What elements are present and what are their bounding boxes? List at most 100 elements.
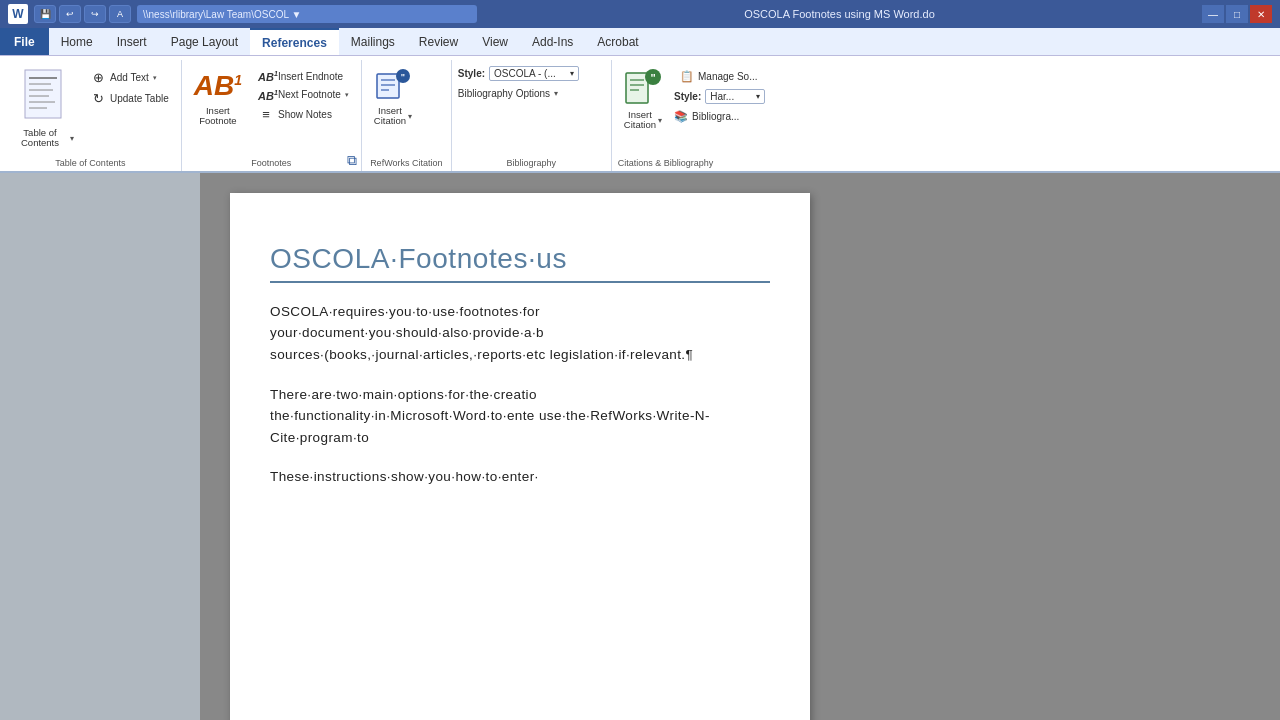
window-title: OSCOLA Footnotes using MS Word.do bbox=[483, 8, 1196, 20]
svg-rect-13 bbox=[626, 73, 648, 103]
menu-mailings[interactable]: Mailings bbox=[339, 28, 407, 55]
next-footnote-icon: AB1 bbox=[258, 89, 274, 102]
menu-page-layout[interactable]: Page Layout bbox=[159, 28, 250, 55]
document-area: OSCOLA·Footnotes·us OSCOLA·requires·you·… bbox=[0, 173, 1280, 720]
ribbon-group-refworks: " InsertCitation ▾ RefWorks Citation bbox=[362, 60, 452, 171]
show-notes-button[interactable]: ≡ Show Notes bbox=[252, 105, 355, 124]
toc-group-label: Table of Contents bbox=[0, 158, 181, 169]
bibliography-icon: 📚 bbox=[674, 110, 688, 123]
table-of-contents-button[interactable]: Table of Contents ▾ bbox=[6, 64, 80, 153]
svg-text:": " bbox=[401, 72, 405, 82]
menu-home[interactable]: Home bbox=[49, 28, 105, 55]
minimize-btn[interactable]: — bbox=[1202, 5, 1224, 23]
redo-btn[interactable]: ↪ bbox=[84, 5, 106, 23]
file-path[interactable]: \\ness\rlibrary\Law Team\OSCOL ▼ bbox=[137, 5, 477, 23]
add-text-icon: ⊕ bbox=[90, 70, 106, 85]
menu-add-ins[interactable]: Add-Ins bbox=[520, 28, 585, 55]
quick-access-toolbar: 💾 ↩ ↪ A bbox=[34, 5, 131, 23]
svg-text:": " bbox=[650, 72, 655, 84]
ribbon-group-bibliography: Style: OSCOLA - (... ▾ Bibliography Opti… bbox=[452, 60, 612, 171]
insert-citation-icon: " bbox=[625, 68, 661, 108]
style-label: Style: bbox=[458, 68, 485, 79]
menu-file[interactable]: File bbox=[0, 28, 49, 55]
citations-style-caret-icon: ▾ bbox=[756, 92, 760, 101]
toc-caret-icon: ▾ bbox=[70, 134, 74, 143]
manage-sources-icon: 📋 bbox=[680, 70, 694, 83]
ribbon-group-footnotes: AB1 InsertFootnote AB1 Insert Endnote AB… bbox=[182, 60, 362, 171]
menu-bar: File Home Insert Page Layout References … bbox=[0, 28, 1280, 56]
insert-citation-refworks-label: InsertCitation bbox=[374, 106, 406, 127]
bibliography-button[interactable]: 📚 Bibliogra... bbox=[674, 108, 765, 125]
insert-endnote-icon: AB1 bbox=[258, 70, 274, 83]
bibliography-group-label: Bibliography bbox=[452, 158, 611, 169]
title-bar: W 💾 ↩ ↪ A \\ness\rlibrary\Law Team\OSCOL… bbox=[0, 0, 1280, 28]
update-table-icon: ↻ bbox=[90, 91, 106, 106]
word-icon: W bbox=[8, 4, 28, 24]
refworks-group-label: RefWorks Citation bbox=[362, 158, 451, 169]
insert-citation-label: InsertCitation bbox=[624, 110, 656, 131]
insert-citation-button[interactable]: " InsertCitation ▾ bbox=[618, 64, 668, 135]
document-paragraph-1: OSCOLA·requires·you·to·use·footnotes·for… bbox=[270, 301, 770, 366]
citations-small-buttons: 📋 Manage So... Style: Har... ▾ 📚 Bibliog… bbox=[674, 64, 765, 125]
show-notes-label: Show Notes bbox=[278, 109, 332, 120]
citations-style-label: Style: bbox=[674, 91, 701, 102]
toc-label: Table of Contents bbox=[12, 128, 68, 149]
insert-footnote-icon: AB1 bbox=[194, 68, 242, 104]
maximize-btn[interactable]: □ bbox=[1226, 5, 1248, 23]
citations-style-dropdown[interactable]: Har... ▾ bbox=[705, 89, 765, 104]
svg-rect-7 bbox=[377, 74, 399, 98]
next-footnote-button[interactable]: AB1 Next Footnote ▾ bbox=[252, 87, 355, 104]
close-btn[interactable]: ✕ bbox=[1250, 5, 1272, 23]
add-text-button[interactable]: ⊕ Add Text ▾ bbox=[84, 68, 175, 87]
bibliography-label: Bibliogra... bbox=[692, 111, 739, 122]
update-table-button[interactable]: ↻ Update Table bbox=[84, 89, 175, 108]
window-controls: — □ ✕ bbox=[1202, 5, 1272, 23]
menu-view[interactable]: View bbox=[470, 28, 520, 55]
style-value: OSCOLA - (... bbox=[494, 68, 556, 79]
document-paragraph-2: There·are·two·main·options·for·the·creat… bbox=[270, 384, 770, 449]
format-btn[interactable]: A bbox=[109, 5, 131, 23]
ribbon: Table of Contents ▾ ⊕ Add Text ▾ ↻ Updat… bbox=[0, 56, 1280, 173]
footnotes-small-buttons: AB1 Insert Endnote AB1 Next Footnote ▾ ≡… bbox=[252, 64, 355, 124]
insert-footnote-button[interactable]: AB1 InsertFootnote bbox=[188, 64, 248, 131]
insert-footnote-label: InsertFootnote bbox=[199, 106, 237, 127]
insert-endnote-button[interactable]: AB1 Insert Endnote bbox=[252, 68, 355, 85]
save-btn[interactable]: 💾 bbox=[34, 5, 56, 23]
next-footnote-label: Next Footnote bbox=[278, 89, 341, 100]
toc-icon bbox=[23, 68, 63, 126]
insert-citation-refworks-caret-icon: ▾ bbox=[408, 112, 412, 121]
bibliography-options-button[interactable]: Bibliography Options ▾ bbox=[458, 86, 564, 101]
document-title: OSCOLA·Footnotes·us bbox=[270, 243, 770, 283]
ribbon-group-toc: Table of Contents ▾ ⊕ Add Text ▾ ↻ Updat… bbox=[0, 60, 182, 171]
citations-style-row: Style: Har... ▾ bbox=[674, 87, 765, 106]
citations-group-label: Citations & Bibliography bbox=[612, 158, 1280, 169]
style-row: Style: OSCOLA - (... ▾ bbox=[458, 64, 579, 83]
document-canvas: OSCOLA·Footnotes·us OSCOLA·requires·you·… bbox=[200, 173, 1280, 720]
bibliography-options-label: Bibliography Options bbox=[458, 88, 550, 99]
insert-citation-refworks-button[interactable]: " InsertCitation ▾ bbox=[368, 64, 418, 131]
add-text-caret-icon: ▾ bbox=[153, 74, 157, 82]
update-table-label: Update Table bbox=[110, 93, 169, 104]
undo-btn[interactable]: ↩ bbox=[59, 5, 81, 23]
manage-sources-button[interactable]: 📋 Manage So... bbox=[674, 68, 765, 85]
show-notes-icon: ≡ bbox=[258, 107, 274, 122]
sidebar bbox=[0, 173, 200, 720]
style-dropdown-caret-icon: ▾ bbox=[570, 69, 574, 78]
menu-review[interactable]: Review bbox=[407, 28, 470, 55]
footnotes-group-label: Footnotes bbox=[182, 158, 361, 169]
next-footnote-caret-icon: ▾ bbox=[345, 91, 349, 99]
toc-small-buttons: ⊕ Add Text ▾ ↻ Update Table bbox=[84, 64, 175, 108]
document-paragraph-3: These·instructions·show·you·how·to·enter… bbox=[270, 466, 770, 488]
style-dropdown[interactable]: OSCOLA - (... ▾ bbox=[489, 66, 579, 81]
menu-acrobat[interactable]: Acrobat bbox=[585, 28, 650, 55]
menu-insert[interactable]: Insert bbox=[105, 28, 159, 55]
document-page: OSCOLA·Footnotes·us OSCOLA·requires·you·… bbox=[230, 193, 810, 720]
bibliography-options-caret-icon: ▾ bbox=[554, 89, 558, 98]
citations-style-value: Har... bbox=[710, 91, 734, 102]
insert-citation-caret-icon: ▾ bbox=[658, 116, 662, 125]
manage-sources-label: Manage So... bbox=[698, 71, 757, 82]
insert-endnote-label: Insert Endnote bbox=[278, 71, 343, 82]
ribbon-group-citations: " InsertCitation ▾ 📋 Manage So... Style: bbox=[612, 60, 1280, 171]
svg-rect-0 bbox=[25, 70, 61, 118]
menu-references[interactable]: References bbox=[250, 28, 339, 55]
